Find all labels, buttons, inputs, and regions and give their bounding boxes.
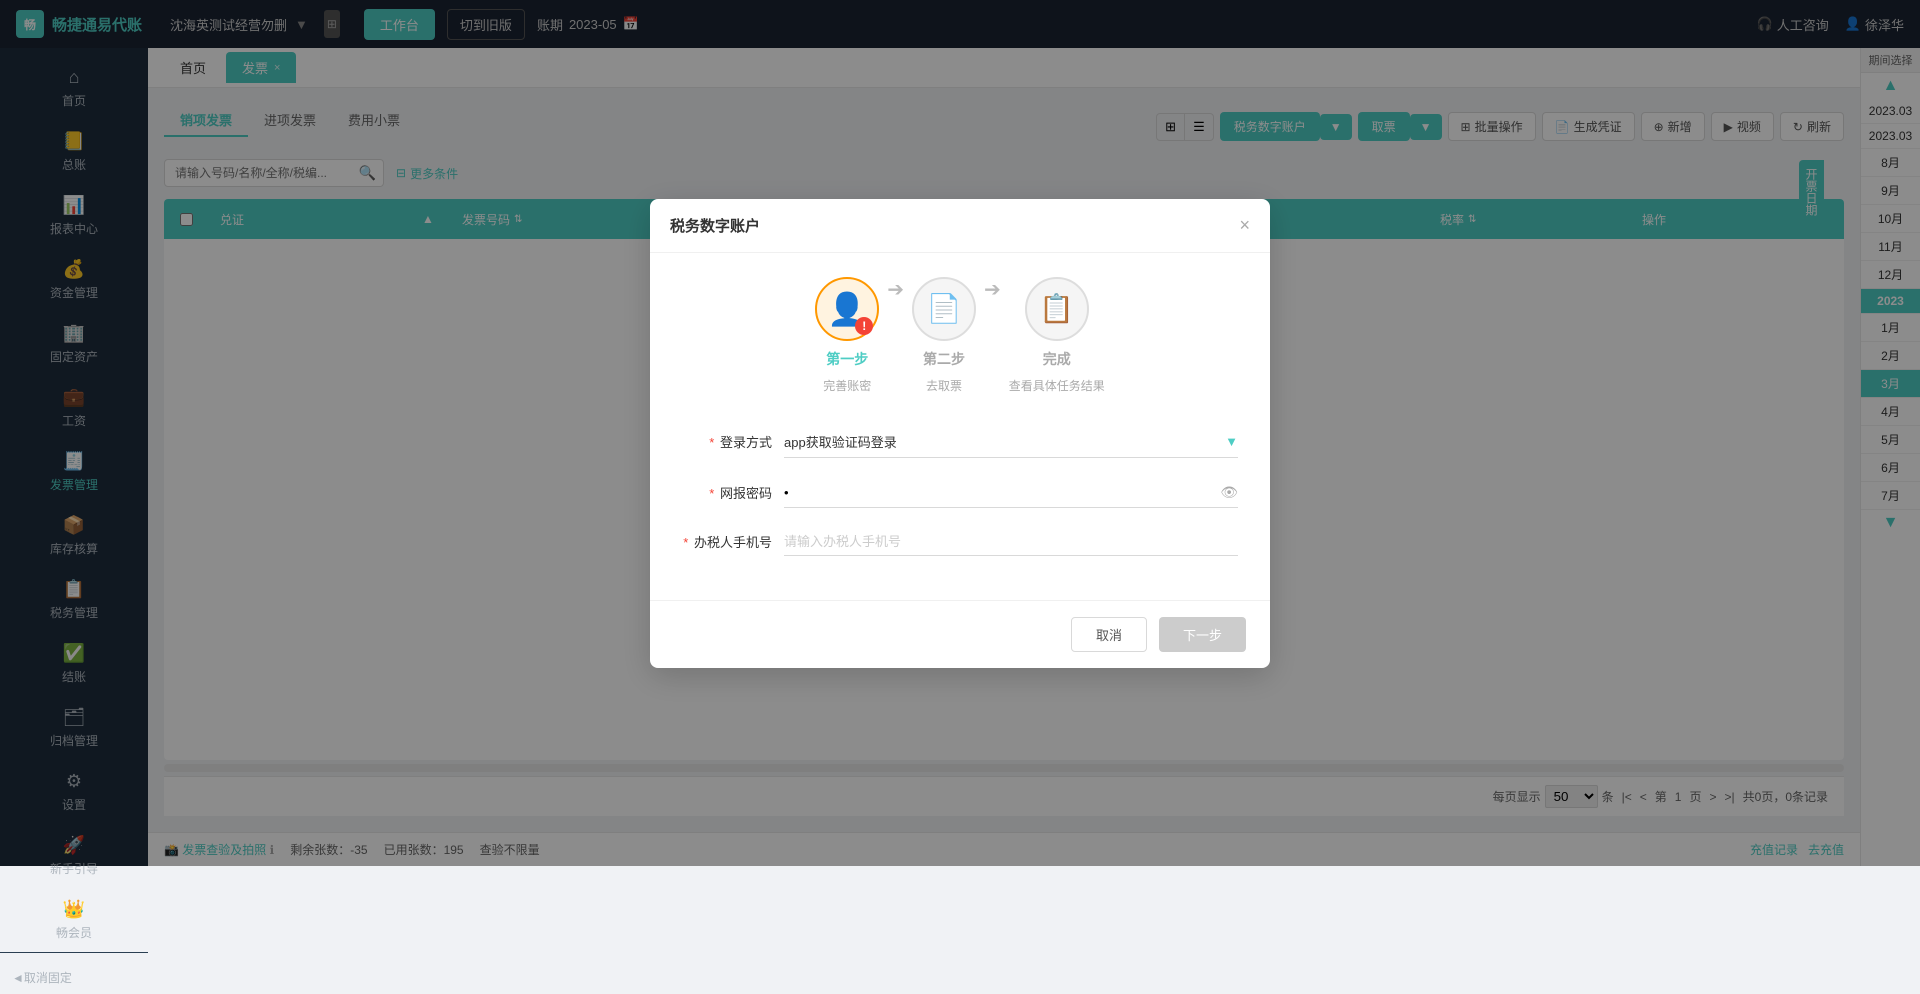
- steps-row: 👤 ! 第一步 完善账密 ➔ 📄 第二步 去取票: [682, 277, 1238, 394]
- step-3-desc: 查看具体任务结果: [1009, 377, 1105, 394]
- step-1-icon: 👤 !: [815, 277, 879, 341]
- step-2: 📄 第二步 去取票: [912, 277, 976, 394]
- modal-body: 👤 ! 第一步 完善账密 ➔ 📄 第二步 去取票: [650, 253, 1270, 600]
- step-1: 👤 ! 第一步 完善账密: [815, 277, 879, 394]
- select-arrow-icon: ▼: [1225, 434, 1238, 449]
- step-1-title: 第一步: [826, 349, 868, 369]
- step-1-error-badge: !: [855, 317, 873, 335]
- password-label: * 网报密码: [682, 483, 772, 502]
- next-step-button[interactable]: 下一步: [1159, 617, 1246, 652]
- password-toggle-icon[interactable]: 👁: [1220, 484, 1238, 501]
- phone-label: * 办税人手机号: [682, 532, 772, 551]
- form-row-password: * 网报密码 👁: [682, 478, 1238, 508]
- step-connector-2: ➔: [984, 277, 1001, 342]
- modal-footer: 取消 下一步: [650, 600, 1270, 668]
- cancel-fixed-button[interactable]: ◄取消固定: [0, 961, 148, 994]
- step-3-title: 完成: [1043, 349, 1071, 369]
- form-row-login-method: * 登录方式 app获取验证码登录 ▼: [682, 426, 1238, 458]
- sidebar-item-vip[interactable]: 👑 畅会员: [4, 889, 144, 951]
- cancel-button[interactable]: 取消: [1071, 617, 1147, 652]
- password-wrapper: 👁: [784, 478, 1238, 508]
- modal-close-button[interactable]: ×: [1239, 215, 1250, 236]
- step-2-title: 第二步: [923, 349, 965, 369]
- login-method-select[interactable]: app获取验证码登录 ▼: [784, 426, 1238, 458]
- step-3-icon: 📋: [1025, 277, 1089, 341]
- modal-overlay[interactable]: 税务数字账户 × 👤 ! 第一步 完善账密 ➔: [0, 0, 1920, 866]
- login-method-label: * 登录方式: [682, 432, 772, 451]
- sidebar-item-label: 畅会员: [56, 924, 92, 941]
- sidebar-bottom: ◄取消固定: [0, 952, 148, 994]
- step-1-desc: 完善账密: [823, 377, 871, 394]
- step-3: 📋 完成 查看具体任务结果: [1009, 277, 1105, 394]
- step-2-desc: 去取票: [926, 377, 962, 394]
- step-2-icon: 📄: [912, 277, 976, 341]
- phone-input[interactable]: [784, 528, 1238, 556]
- tax-digital-modal: 税务数字账户 × 👤 ! 第一步 完善账密 ➔: [650, 199, 1270, 668]
- modal-header: 税务数字账户 ×: [650, 199, 1270, 253]
- arrow-right-icon-2: ➔: [984, 277, 1001, 302]
- cancel-fixed-label: ◄取消固定: [12, 969, 72, 986]
- modal-title: 税务数字账户: [670, 215, 760, 236]
- arrow-right-icon: ➔: [887, 277, 904, 302]
- password-input[interactable]: [784, 485, 1220, 500]
- form-row-phone: * 办税人手机号: [682, 528, 1238, 556]
- vip-icon: 👑: [63, 899, 85, 920]
- step-connector-1: ➔: [887, 277, 904, 342]
